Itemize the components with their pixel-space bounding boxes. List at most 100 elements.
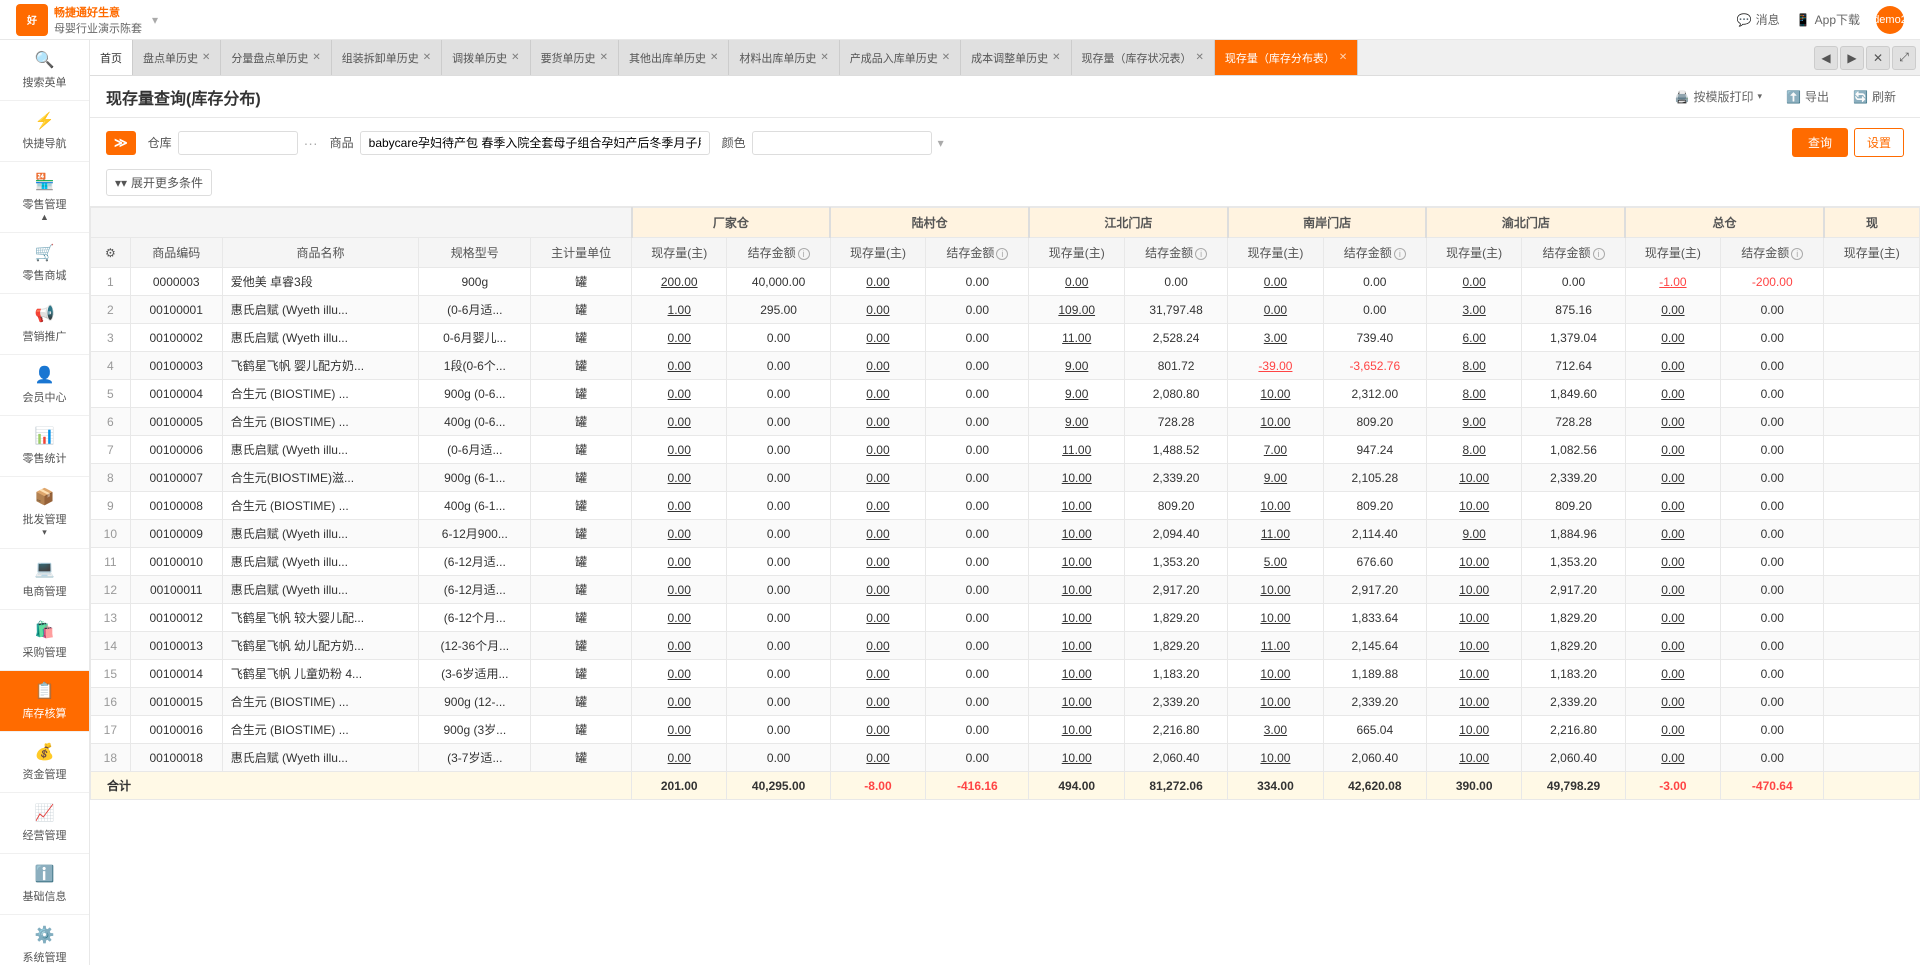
- tab-finished-in[interactable]: 产成品入库单历史 ✕: [840, 40, 961, 76]
- na-qty[interactable]: 10.00: [1228, 408, 1323, 436]
- lv-qty[interactable]: 0.00: [830, 744, 925, 772]
- na-qty[interactable]: 10.00: [1228, 492, 1323, 520]
- jb-qty[interactable]: 10.00: [1029, 688, 1124, 716]
- lv-qty[interactable]: 0.00: [830, 660, 925, 688]
- yb-qty[interactable]: 10.00: [1426, 744, 1521, 772]
- factory-qty[interactable]: 0.00: [632, 604, 727, 632]
- total-qty[interactable]: 0.00: [1625, 576, 1720, 604]
- sidebar-item-retail-stats[interactable]: 📊 零售统计: [0, 416, 89, 477]
- jb-qty[interactable]: 10.00: [1029, 464, 1124, 492]
- factory-qty[interactable]: 0.00: [632, 632, 727, 660]
- factory-qty[interactable]: 0.00: [632, 520, 727, 548]
- factory-qty[interactable]: 0.00: [632, 380, 727, 408]
- messages-btn[interactable]: 💬 消息: [1737, 11, 1780, 28]
- yb-qty[interactable]: 8.00: [1426, 436, 1521, 464]
- yb-qty[interactable]: 9.00: [1426, 408, 1521, 436]
- total-qty[interactable]: -1.00: [1625, 268, 1720, 296]
- na-qty[interactable]: 0.00: [1228, 296, 1323, 324]
- yb-qty[interactable]: 10.00: [1426, 604, 1521, 632]
- jb-qty[interactable]: 11.00: [1029, 436, 1124, 464]
- yb-qty[interactable]: 10.00: [1426, 632, 1521, 660]
- factory-qty[interactable]: 0.00: [632, 576, 727, 604]
- factory-qty[interactable]: 0.00: [632, 716, 727, 744]
- tab-close-icon[interactable]: ✕: [1196, 52, 1204, 63]
- total-qty[interactable]: 0.00: [1625, 688, 1720, 716]
- na-qty[interactable]: 3.00: [1228, 716, 1323, 744]
- jb-qty[interactable]: 10.00: [1029, 492, 1124, 520]
- tab-close-all-btn[interactable]: ✕: [1866, 46, 1890, 70]
- na-qty[interactable]: 11.00: [1228, 520, 1323, 548]
- lv-qty[interactable]: 0.00: [830, 492, 925, 520]
- jb-qty[interactable]: 10.00: [1029, 576, 1124, 604]
- sidebar-item-retail-mall[interactable]: 🛒 零售商城: [0, 233, 89, 294]
- jb-qty[interactable]: 9.00: [1029, 380, 1124, 408]
- na-qty[interactable]: 11.00: [1228, 632, 1323, 660]
- factory-qty[interactable]: 0.00: [632, 660, 727, 688]
- yb-qty[interactable]: 10.00: [1426, 464, 1521, 492]
- yb-qty[interactable]: 10.00: [1426, 660, 1521, 688]
- total-qty[interactable]: 0.00: [1625, 324, 1720, 352]
- sidebar-item-system[interactable]: ⚙️ 系统管理: [0, 915, 89, 965]
- filter-expand-btn[interactable]: ≫: [106, 131, 136, 155]
- tab-order[interactable]: 要货单历史 ✕: [531, 40, 619, 76]
- factory-qty[interactable]: 0.00: [632, 324, 727, 352]
- lv-qty[interactable]: 0.00: [830, 548, 925, 576]
- tab-stock-status[interactable]: 现存量（库存状况表） ✕: [1072, 40, 1215, 76]
- lv-qty[interactable]: 0.00: [830, 716, 925, 744]
- lv-qty[interactable]: 0.00: [830, 268, 925, 296]
- yb-qty[interactable]: 8.00: [1426, 352, 1521, 380]
- dropdown-arrow-icon[interactable]: ▾: [152, 13, 158, 27]
- lv-qty[interactable]: 0.00: [830, 576, 925, 604]
- factory-qty[interactable]: 0.00: [632, 548, 727, 576]
- tab-transfer[interactable]: 调拨单历史 ✕: [442, 40, 530, 76]
- tab-close-icon[interactable]: ✕: [202, 52, 210, 63]
- sidebar-item-finance[interactable]: 💰 资金管理: [0, 732, 89, 793]
- yb-qty[interactable]: 6.00: [1426, 324, 1521, 352]
- tab-cost-adjust[interactable]: 成本调整单历史 ✕: [961, 40, 1071, 76]
- tab-close-icon[interactable]: ✕: [710, 52, 718, 63]
- tab-close-icon[interactable]: ✕: [1339, 52, 1347, 63]
- refresh-btn[interactable]: 🔄 刷新: [1845, 84, 1904, 109]
- print-btn[interactable]: 🖨️ 按模版打印 ▾: [1667, 84, 1771, 109]
- tab-close-icon[interactable]: ✕: [312, 52, 320, 63]
- jb-qty[interactable]: 109.00: [1029, 296, 1124, 324]
- sidebar-item-inventory[interactable]: 📋 库存核算: [0, 671, 89, 732]
- info-icon[interactable]: i: [1791, 248, 1803, 260]
- sidebar-item-ecommerce[interactable]: 💻 电商管理: [0, 549, 89, 610]
- jb-qty[interactable]: 9.00: [1029, 352, 1124, 380]
- tab-other-out[interactable]: 其他出库单历史 ✕: [619, 40, 729, 76]
- total-qty[interactable]: 0.00: [1625, 632, 1720, 660]
- tab-close-icon[interactable]: ✕: [600, 52, 608, 63]
- tab-assembly[interactable]: 组装拆卸单历史 ✕: [332, 40, 442, 76]
- jb-qty[interactable]: 9.00: [1029, 408, 1124, 436]
- info-icon[interactable]: i: [1195, 248, 1207, 260]
- sidebar-item-wholesale[interactable]: 📦 批发管理 ▾: [0, 477, 89, 549]
- app-download-btn[interactable]: 📱 App下载: [1796, 11, 1860, 28]
- total-qty[interactable]: 0.00: [1625, 380, 1720, 408]
- jb-qty[interactable]: 10.00: [1029, 660, 1124, 688]
- total-qty[interactable]: 0.00: [1625, 744, 1720, 772]
- tab-close-icon[interactable]: ✕: [1052, 52, 1060, 63]
- tab-close-icon[interactable]: ✕: [820, 52, 828, 63]
- warehouse-input[interactable]: [178, 131, 298, 155]
- yb-qty[interactable]: 10.00: [1426, 716, 1521, 744]
- export-btn[interactable]: ⬆️ 导出: [1778, 84, 1837, 109]
- factory-qty[interactable]: 200.00: [632, 268, 727, 296]
- sidebar-item-operations[interactable]: 📈 经营管理: [0, 793, 89, 854]
- lv-qty[interactable]: 0.00: [830, 380, 925, 408]
- na-qty[interactable]: 10.00: [1228, 660, 1323, 688]
- lv-qty[interactable]: 0.00: [830, 520, 925, 548]
- lv-qty[interactable]: 0.00: [830, 296, 925, 324]
- yb-qty[interactable]: 10.00: [1426, 492, 1521, 520]
- yb-qty[interactable]: 9.00: [1426, 520, 1521, 548]
- total-qty[interactable]: 0.00: [1625, 520, 1720, 548]
- yb-qty[interactable]: 8.00: [1426, 380, 1521, 408]
- total-qty[interactable]: 0.00: [1625, 352, 1720, 380]
- sidebar-item-basic-info[interactable]: ℹ️ 基础信息: [0, 854, 89, 915]
- na-qty[interactable]: 9.00: [1228, 464, 1323, 492]
- factory-qty[interactable]: 0.00: [632, 436, 727, 464]
- total-qty[interactable]: 0.00: [1625, 464, 1720, 492]
- info-icon[interactable]: i: [1394, 248, 1406, 260]
- na-qty[interactable]: 10.00: [1228, 604, 1323, 632]
- color-input[interactable]: [752, 131, 932, 155]
